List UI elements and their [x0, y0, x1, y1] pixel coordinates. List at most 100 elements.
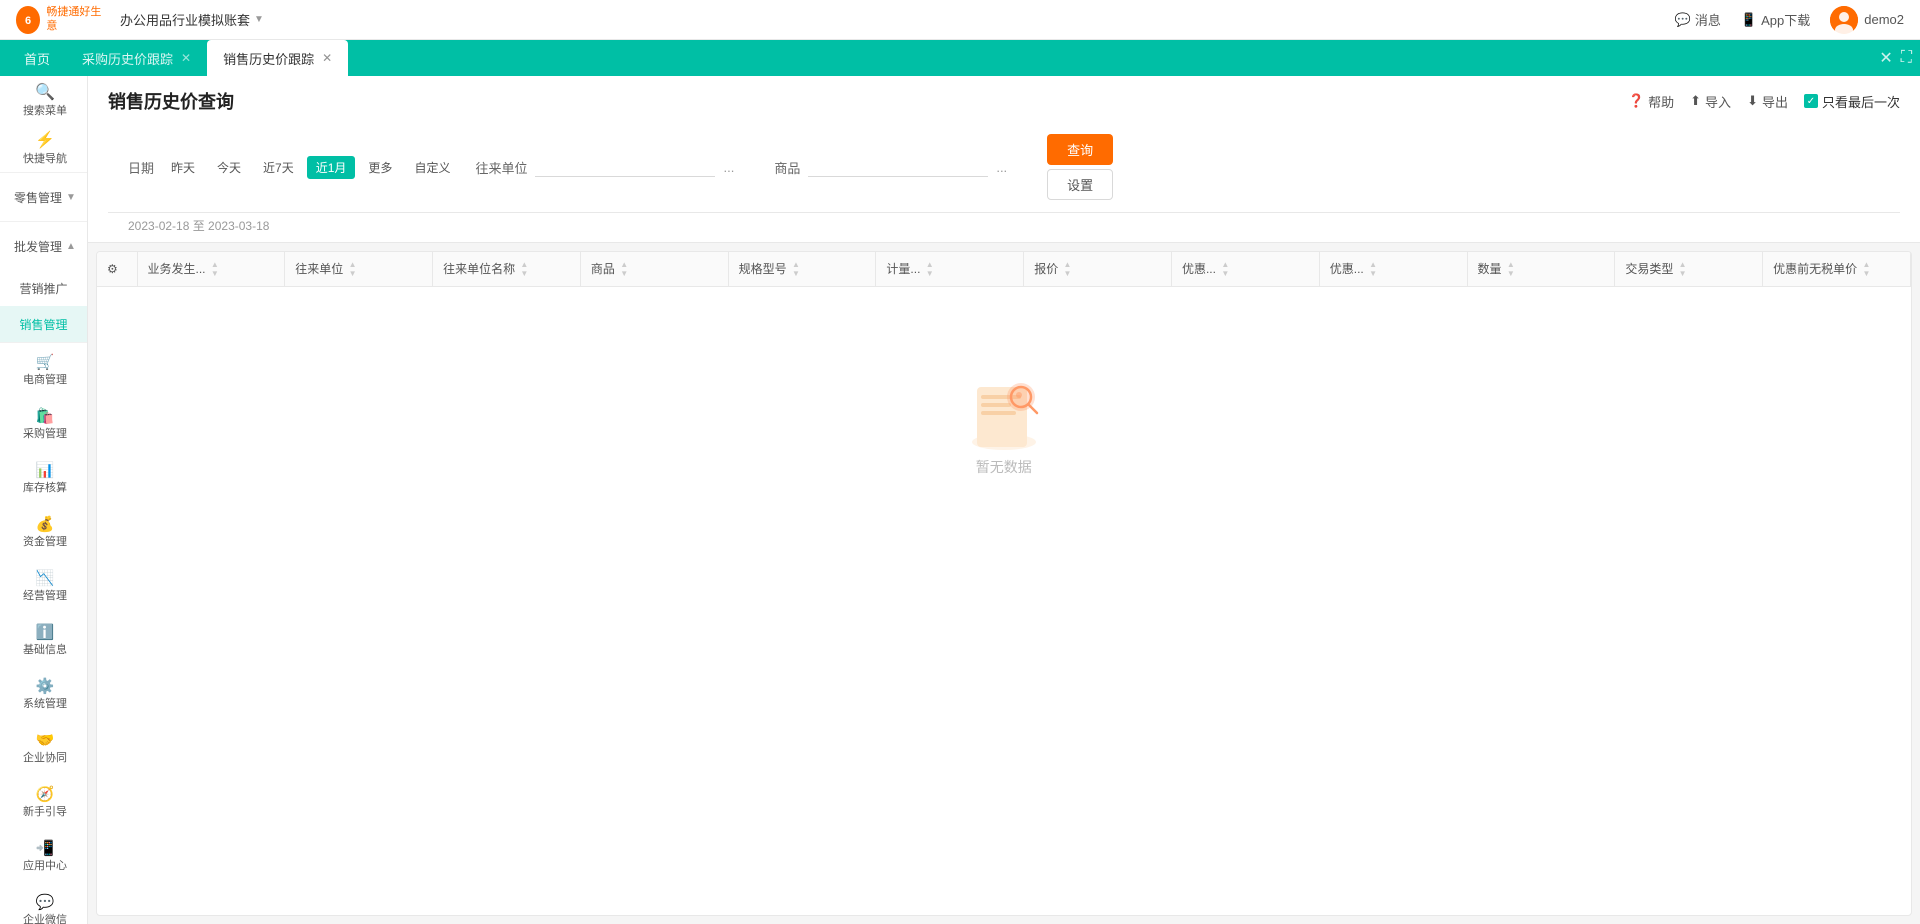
fullscreen-icon[interactable]: ⛶ — [1901, 49, 1912, 67]
sales-mgmt-label: 销售管理 — [19, 316, 67, 333]
th-discount1[interactable]: 优惠... ▲ ▼ — [1171, 252, 1319, 287]
tab-home-label: 首页 — [24, 49, 50, 68]
logo-area: 6 畅捷通好生意 — [16, 6, 104, 34]
inventory-label: 库存核算 — [23, 479, 67, 495]
finance-icon: 💰 — [36, 515, 55, 533]
sidebar-item-finance[interactable]: 💰 资金管理 — [0, 505, 87, 559]
message-label: 消息 — [1695, 10, 1721, 29]
date-btn-last7days[interactable]: 近7天 — [254, 156, 303, 179]
ecommerce-icon: 🛒 — [36, 353, 55, 371]
sort-icons-biz-date: ▲ ▼ — [211, 261, 219, 278]
finance-label: 资金管理 — [23, 533, 67, 549]
sidebar-item-wholesale[interactable]: 批发管理 ▲ — [0, 222, 87, 270]
avatar — [1830, 6, 1858, 34]
sidebar-item-retail[interactable]: 零售管理 ▼ — [0, 173, 87, 221]
th-quantity[interactable]: 数量 ▲ ▼ — [1467, 252, 1615, 287]
product-input[interactable] — [808, 157, 988, 177]
guide-label: 新手引导 — [23, 803, 67, 819]
sidebar-item-enterprise-coop[interactable]: 🤝 企业协同 — [0, 721, 87, 775]
sidebar-item-operations[interactable]: 📉 经营管理 — [0, 559, 87, 613]
main-layout: 🔍 搜索菜单 ⚡ 快捷导航 零售管理 ▼ 批发管理 ▲ 营销推广 销售管理 — [0, 76, 1920, 924]
date-filter-label: 日期 — [128, 158, 154, 177]
sidebar-item-app-center[interactable]: 📲 应用中心 — [0, 829, 87, 883]
message-action[interactable]: 💬 消息 — [1675, 10, 1721, 29]
page-title: 销售历史价查询 — [108, 88, 234, 114]
workspace-selector[interactable]: 办公用品行业模拟账套 ▼ — [112, 6, 272, 33]
sidebar-item-basic-info[interactable]: ℹ️ 基础信息 — [0, 613, 87, 667]
sidebar-item-inventory[interactable]: 📊 库存核算 — [0, 451, 87, 505]
sidebar-sub-item-marketing[interactable]: 营销推广 — [0, 270, 87, 306]
tab-purchase-price[interactable]: 采购历史价跟踪 ✕ — [66, 40, 207, 76]
query-button[interactable]: 查询 — [1047, 134, 1113, 165]
quick-nav-icon: ⚡ — [35, 130, 55, 150]
help-label: 帮助 — [1648, 92, 1674, 111]
sidebar-item-purchase[interactable]: 🛍️ 采购管理 — [0, 397, 87, 451]
page-header: 销售历史价查询 ❓ 帮助 ⬆ 导入 ⬇ 导出 ✓ — [88, 76, 1920, 243]
tab-purchase-price-close[interactable]: ✕ — [181, 51, 191, 65]
operations-label: 经营管理 — [23, 587, 67, 603]
app-download-action[interactable]: 📱 App下载 — [1741, 10, 1810, 29]
date-btn-custom[interactable]: 自定义 — [405, 156, 459, 179]
sort-icons-quantity: ▲ ▼ — [1507, 261, 1515, 278]
export-btn[interactable]: ⬇ 导出 — [1747, 92, 1788, 111]
purchase-label: 采购管理 — [23, 425, 67, 441]
sort-icons-pretax-price: ▲ ▼ — [1862, 261, 1870, 278]
search-menu-icon: 🔍 — [35, 82, 55, 102]
guide-icon: 🧭 — [36, 785, 55, 803]
data-table: ⚙ 业务发生... ▲ ▼ 往来单位 ▲ — [97, 252, 1911, 557]
th-product[interactable]: 商品 ▲ ▼ — [580, 252, 728, 287]
th-discount2[interactable]: 优惠... ▲ ▼ — [1319, 252, 1467, 287]
system-label: 系统管理 — [23, 695, 67, 711]
import-btn[interactable]: ⬆ 导入 — [1690, 92, 1731, 111]
tab-sales-price[interactable]: 销售历史价跟踪 ✕ — [207, 40, 348, 76]
th-partner-code[interactable]: 往来单位 ▲ ▼ — [285, 252, 433, 287]
date-options: 昨天 今天 近7天 近1月 更多 自定义 — [162, 156, 459, 179]
page-actions: ❓ 帮助 ⬆ 导入 ⬇ 导出 ✓ 只看最后一次 — [1628, 92, 1900, 111]
date-filter-group: 日期 昨天 今天 近7天 近1月 更多 自定义 — [128, 156, 459, 179]
table-settings-icon[interactable]: ⚙ — [107, 262, 118, 276]
top-header: 6 畅捷通好生意 办公用品行业模拟账套 ▼ 💬 消息 📱 App下载 — [0, 0, 1920, 40]
close-all-tabs-icon[interactable]: ✕ — [1879, 48, 1892, 68]
sidebar-item-enterprise-wechat[interactable]: 💬 企业微信 — [0, 883, 87, 924]
sidebar-item-quick-nav[interactable]: ⚡ 快捷导航 — [0, 124, 87, 172]
user-area[interactable]: demo2 — [1830, 6, 1904, 34]
empty-text: 暂无数据 — [976, 457, 1032, 477]
sidebar-item-search-menu[interactable]: 🔍 搜索菜单 — [0, 76, 87, 124]
date-btn-today[interactable]: 今天 — [208, 156, 250, 179]
tab-home[interactable]: 首页 — [8, 40, 66, 76]
tab-purchase-price-label: 采购历史价跟踪 — [82, 49, 173, 68]
marketing-label: 营销推广 — [19, 280, 67, 297]
message-icon: 💬 — [1675, 12, 1691, 28]
sidebar-item-ecommerce[interactable]: 🛒 电商管理 — [0, 343, 87, 397]
system-icon: ⚙️ — [36, 677, 55, 695]
th-partner-name[interactable]: 往来单位名称 ▲ ▼ — [433, 252, 581, 287]
sidebar-section-main: 🛒 电商管理 🛍️ 采购管理 📊 库存核算 💰 资金管理 📉 经营管理 ℹ️ — [0, 342, 87, 924]
th-trade-type[interactable]: 交易类型 ▲ ▼ — [1615, 252, 1763, 287]
th-pretax-price[interactable]: 优惠前无税单价 ▲ ▼ — [1763, 252, 1911, 287]
operations-icon: 📉 — [36, 569, 55, 587]
partner-dots[interactable]: ... — [723, 160, 734, 175]
date-btn-yesterday[interactable]: 昨天 — [162, 156, 204, 179]
th-unit[interactable]: 计量... ▲ ▼ — [876, 252, 1024, 287]
workspace-dropdown-icon: ▼ — [254, 14, 264, 25]
date-btn-last1month[interactable]: 近1月 — [307, 156, 356, 179]
import-icon: ⬆ — [1690, 93, 1701, 109]
help-btn[interactable]: ❓ 帮助 — [1628, 92, 1674, 111]
sidebar-sub-item-sales-mgmt[interactable]: 销售管理 — [0, 306, 87, 342]
th-spec[interactable]: 规格型号 ▲ ▼ — [728, 252, 876, 287]
sidebar-item-system[interactable]: ⚙️ 系统管理 — [0, 667, 87, 721]
settings-button[interactable]: 设置 — [1047, 169, 1113, 200]
tab-sales-price-close[interactable]: ✕ — [322, 51, 332, 65]
partner-input[interactable] — [535, 157, 715, 177]
empty-state: 暂无数据 — [97, 287, 1911, 557]
only-last-checkbox-label[interactable]: ✓ 只看最后一次 — [1804, 92, 1900, 111]
header-right: 💬 消息 📱 App下载 demo2 — [1675, 6, 1904, 34]
basic-info-icon: ℹ️ — [36, 623, 55, 641]
th-biz-date[interactable]: 业务发生... ▲ ▼ — [137, 252, 285, 287]
th-price[interactable]: 报价 ▲ ▼ — [1024, 252, 1172, 287]
partner-filter-group: 往来单位 ... — [475, 157, 734, 177]
only-last-checkbox[interactable]: ✓ — [1804, 94, 1818, 108]
date-btn-more[interactable]: 更多 — [359, 156, 401, 179]
sidebar-item-guide[interactable]: 🧭 新手引导 — [0, 775, 87, 829]
product-dots[interactable]: ... — [996, 160, 1007, 175]
